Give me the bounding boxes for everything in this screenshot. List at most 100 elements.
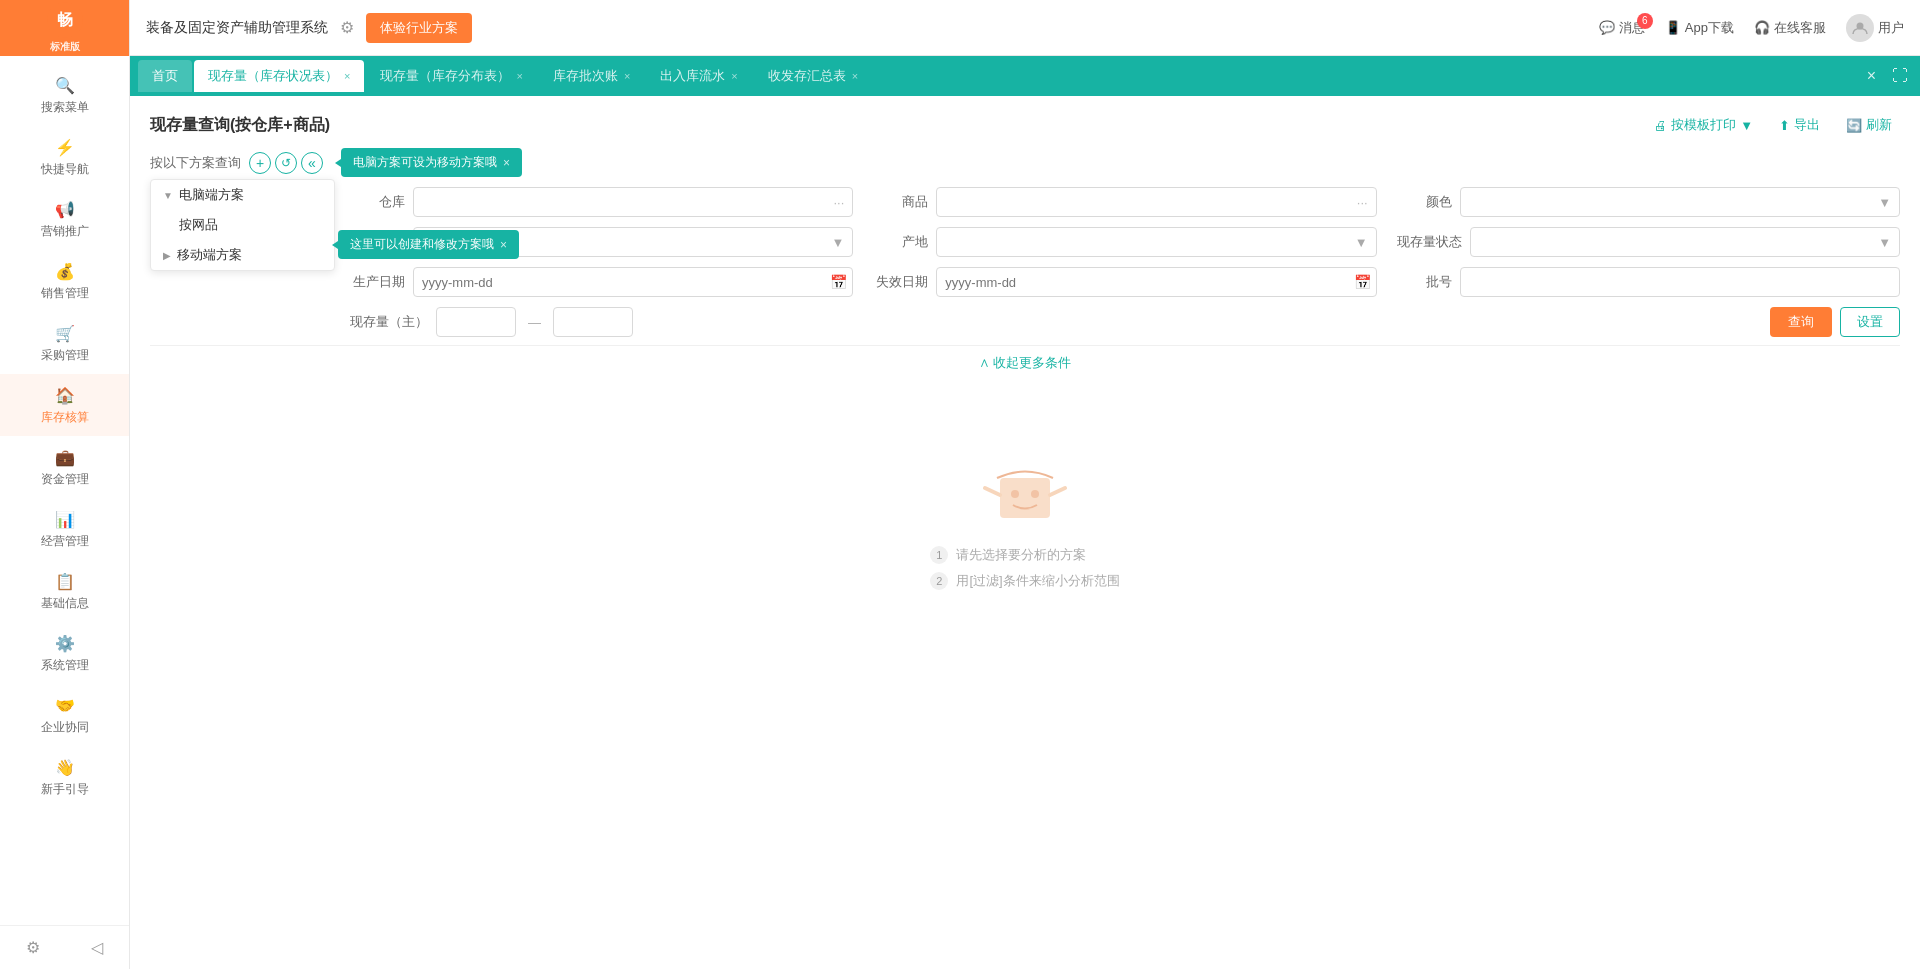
- sidebar-item-finance[interactable]: 💼 资金管理: [0, 436, 129, 498]
- sidebar-item-enterprise[interactable]: 🤝 企业协同: [0, 684, 129, 746]
- settings-bottom-icon[interactable]: ⚙: [26, 938, 40, 957]
- search-icon: 🔍: [54, 74, 76, 96]
- scheme-byproduct-label: 按网品: [179, 216, 218, 234]
- basic-icon: 📋: [54, 570, 76, 592]
- sidebar-item-basic[interactable]: 📋 基础信息: [0, 560, 129, 622]
- scheme-desktop-label: 电脑端方案: [179, 186, 244, 204]
- produce-date-label: 生产日期: [350, 273, 405, 291]
- expand-arrow-icon: ▼: [163, 190, 173, 201]
- sales-icon: 💰: [54, 260, 76, 282]
- message-badge: 6: [1637, 13, 1653, 29]
- produce-date-input[interactable]: [413, 267, 853, 297]
- tab-batch-close[interactable]: ×: [624, 71, 630, 82]
- sidebar-item-operations[interactable]: 📊 经营管理: [0, 498, 129, 560]
- warehouse-select[interactable]: ···: [413, 187, 853, 217]
- expire-date-calendar-icon[interactable]: 📅: [1354, 274, 1371, 290]
- print-button[interactable]: 🖨 按模板打印 ▼: [1646, 112, 1761, 138]
- sidebar-item-purchase-label: 采购管理: [41, 347, 89, 364]
- filter-row-color: 颜色 ▼: [1397, 187, 1900, 217]
- warehouse-dots-icon: ···: [833, 195, 844, 210]
- sidebar-item-guide[interactable]: 👋 新手引导: [0, 746, 129, 808]
- edit-tooltip-wrap: 这里可以创建和修改方案哦 ×: [338, 230, 519, 259]
- expand-tab-btn[interactable]: ⛶: [1888, 63, 1912, 89]
- close-all-tabs-btn[interactable]: ×: [1863, 63, 1880, 89]
- color-select[interactable]: ▼: [1460, 187, 1900, 217]
- filter-row-expire-date: 失效日期 📅: [873, 267, 1376, 297]
- tab-home[interactable]: 首页: [138, 60, 192, 92]
- sidebar-item-inventory[interactable]: 🏠 库存核算: [0, 374, 129, 436]
- filter-row-warehouse: 仓库 ···: [350, 187, 853, 217]
- tab-stock-status-close[interactable]: ×: [344, 71, 350, 82]
- sidebar-item-system[interactable]: ⚙️ 系统管理: [0, 622, 129, 684]
- scheme-item-desktop[interactable]: ▼ 电脑端方案: [151, 180, 334, 210]
- tab-collect-close[interactable]: ×: [852, 71, 858, 82]
- mobile-arrow-icon: ▶: [163, 250, 171, 261]
- tab-stock-status[interactable]: 现存量（库存状况表） ×: [194, 60, 364, 92]
- collapse-up-icon: ∧: [979, 355, 990, 370]
- sidebar-item-search[interactable]: 🔍 搜索菜单: [0, 64, 129, 126]
- sidebar-item-quicknav[interactable]: ⚡ 快捷导航: [0, 126, 129, 188]
- filter-label-row: 按以下方案查询 + ↺ « 电脑方案可设为移动方案哦 ×: [150, 148, 1900, 177]
- filter-row-stock-status: 现存量状态 ▼: [1397, 227, 1900, 257]
- edit-tooltip-close[interactable]: ×: [500, 238, 507, 252]
- avatar: [1846, 14, 1874, 42]
- stock-main-max-input[interactable]: [553, 307, 633, 337]
- header-user-item[interactable]: 用户: [1846, 14, 1904, 42]
- sidebar-item-quicknav-label: 快捷导航: [41, 161, 89, 178]
- stock-status-select[interactable]: ▼: [1470, 227, 1900, 257]
- tab-stock-dist-close[interactable]: ×: [516, 71, 522, 82]
- refresh-icon: 🔄: [1846, 118, 1862, 133]
- tab-inout-close[interactable]: ×: [731, 71, 737, 82]
- finance-icon: 💼: [54, 446, 76, 468]
- header-settings-icon[interactable]: ⚙: [340, 18, 354, 37]
- sidebar-item-purchase[interactable]: 🛒 采购管理: [0, 312, 129, 374]
- trial-button[interactable]: 体验行业方案: [366, 13, 472, 43]
- tabs-bar: 首页 现存量（库存状况表） × 现存量（库存分布表） × 库存批次账 × 出入库…: [130, 56, 1920, 96]
- edit-tooltip-text: 这里可以创建和修改方案哦: [350, 236, 494, 253]
- origin-select[interactable]: ▼: [936, 227, 1376, 257]
- tab-collect[interactable]: 收发存汇总表 ×: [754, 60, 872, 92]
- scheme-item-byproduct[interactable]: 按网品: [151, 210, 334, 240]
- collapse-filter-button[interactable]: ∧ 收起更多条件: [150, 345, 1900, 380]
- sidebar-bottom: ⚙ ◁: [0, 925, 129, 969]
- tab-collect-label: 收发存汇总表: [768, 67, 846, 85]
- tab-inout[interactable]: 出入库流水 ×: [646, 60, 751, 92]
- product-select[interactable]: ···: [936, 187, 1376, 217]
- search-button[interactable]: 查询: [1770, 307, 1832, 337]
- filter-back-button[interactable]: «: [301, 152, 323, 174]
- scheme-container: ▼ 电脑端方案 按网品 这里可以创建和修改方案哦 ×: [150, 187, 1900, 337]
- scheme-item-mobile[interactable]: ▶ 移动端方案: [151, 240, 334, 270]
- collapse-sidebar-icon[interactable]: ◁: [91, 938, 103, 957]
- scheme-tooltip-close[interactable]: ×: [503, 156, 510, 170]
- header-right: 💬 消息 6 📱 App下载 🎧 在线客服 用户: [1599, 14, 1904, 42]
- export-button[interactable]: ⬆ 导出: [1771, 112, 1828, 138]
- batch-input[interactable]: [1460, 267, 1900, 297]
- sidebar-item-guide-label: 新手引导: [41, 781, 89, 798]
- operations-icon: 📊: [54, 508, 76, 530]
- main-area: 装备及固定资产辅助管理系统 ⚙ 体验行业方案 💬 消息 6 📱 App下载 🎧 …: [130, 0, 1920, 969]
- tab-batch[interactable]: 库存批次账 ×: [539, 60, 644, 92]
- refresh-button[interactable]: 🔄 刷新: [1838, 112, 1900, 138]
- produce-date-calendar-icon[interactable]: 📅: [830, 274, 847, 290]
- tab-stock-dist-label: 现存量（库存分布表）: [380, 67, 510, 85]
- header-appdownload-item[interactable]: 📱 App下载: [1665, 19, 1734, 37]
- sidebar-item-marketing[interactable]: 📢 营销推广: [0, 188, 129, 250]
- sidebar-item-sales[interactable]: 💰 销售管理: [0, 250, 129, 312]
- header-message-item[interactable]: 💬 消息 6: [1599, 19, 1645, 37]
- empty-step-1: 1 请先选择要分析的方案: [930, 546, 1119, 564]
- set-button[interactable]: 设置: [1840, 307, 1900, 337]
- expire-date-input[interactable]: [936, 267, 1376, 297]
- filter-action-buttons: 查询 设置: [1397, 307, 1900, 337]
- color-label: 颜色: [1397, 193, 1452, 211]
- stock-main-min-input[interactable]: [436, 307, 516, 337]
- tab-stock-dist[interactable]: 现存量（库存分布表） ×: [366, 60, 536, 92]
- expire-date-label: 失效日期: [873, 273, 928, 291]
- filter-row-product: 商品 ···: [873, 187, 1376, 217]
- svg-line-6: [985, 488, 1000, 495]
- filter-add-button[interactable]: +: [249, 152, 271, 174]
- filter-reset-button[interactable]: ↺: [275, 152, 297, 174]
- refresh-label: 刷新: [1866, 116, 1892, 134]
- scheme-tooltip-text: 电脑方案可设为移动方案哦: [353, 154, 497, 171]
- header-support-item[interactable]: 🎧 在线客服: [1754, 19, 1826, 37]
- color-dropdown-icon: ▼: [1878, 195, 1891, 210]
